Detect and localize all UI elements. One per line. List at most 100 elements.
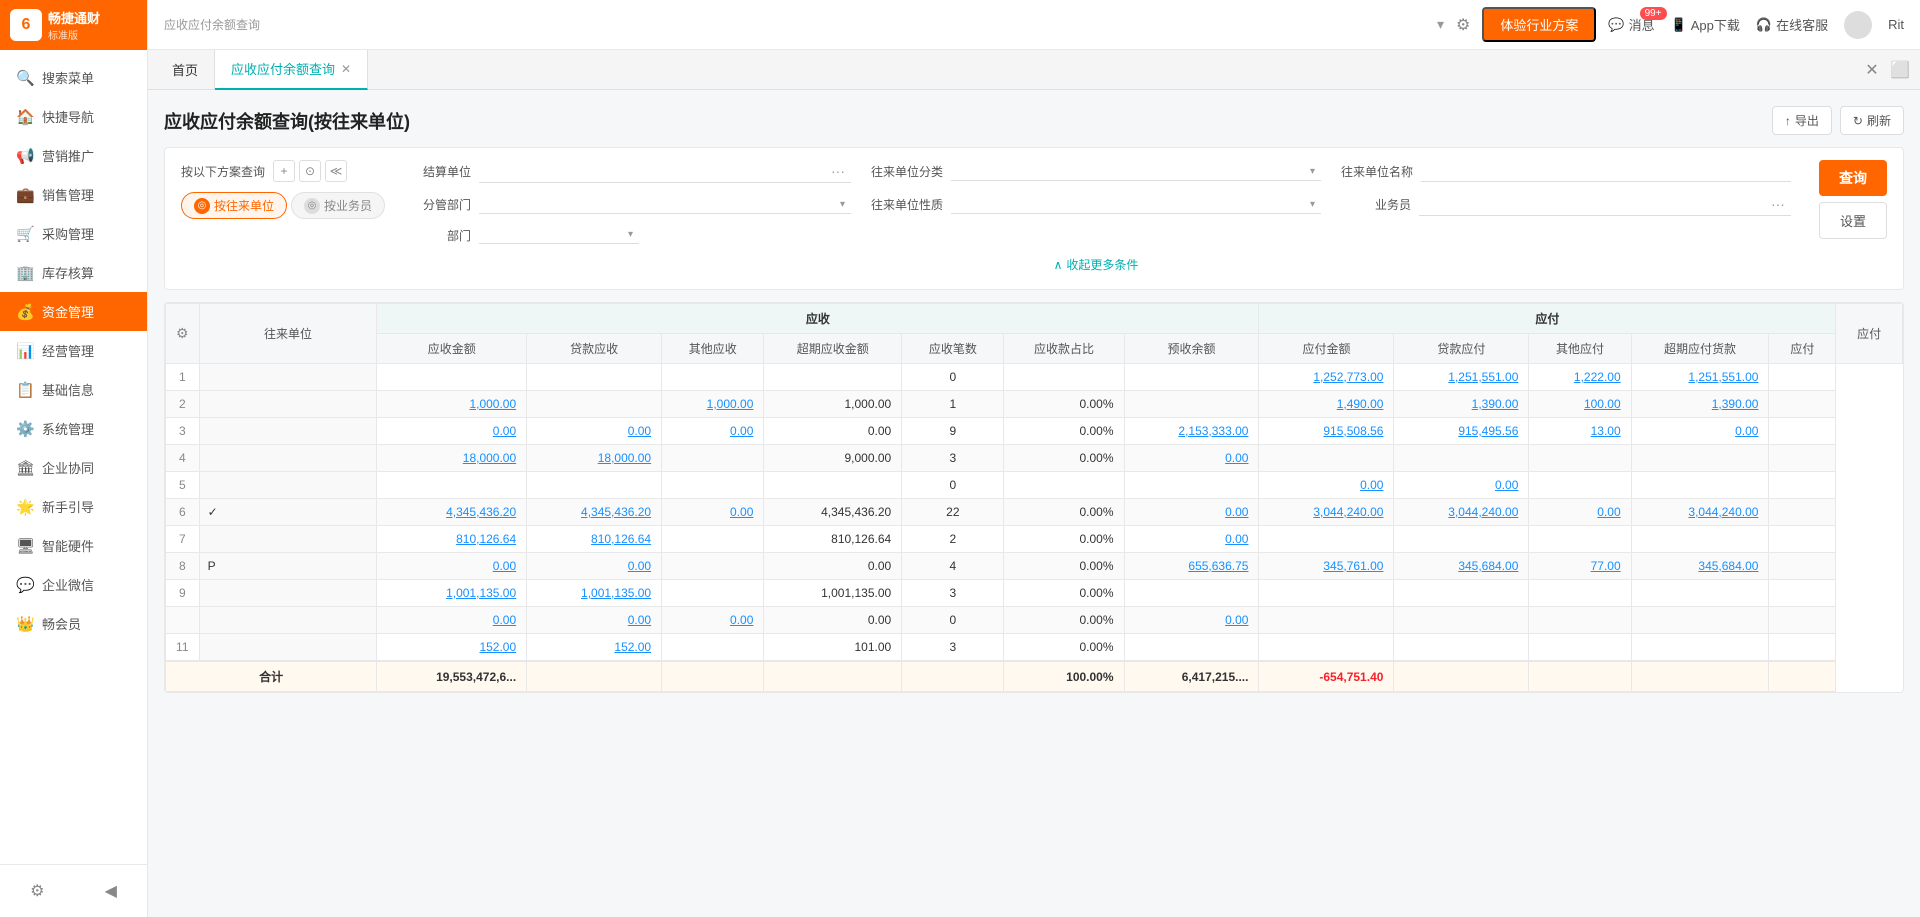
add-scheme-icon[interactable]: +: [273, 160, 295, 182]
overdue-payable-cell[interactable]: 1,390.00: [1631, 391, 1769, 418]
prepaid-balance-cell[interactable]: 0.00: [1124, 607, 1259, 634]
payable-amount-cell[interactable]: 0.00: [1259, 472, 1394, 499]
overdue-payable-cell[interactable]: 345,684.00: [1631, 553, 1769, 580]
other-receivable-cell[interactable]: 0.00: [662, 607, 764, 634]
receivable-amount-cell[interactable]: 18,000.00: [377, 445, 527, 472]
sidebar-collapse-btn[interactable]: ◀: [97, 873, 125, 909]
payable-amount-cell[interactable]: 1,252,773.00: [1259, 364, 1394, 391]
prepaid-balance-cell[interactable]: 0.00: [1124, 499, 1259, 526]
other-payable-cell[interactable]: 77.00: [1529, 553, 1631, 580]
table-body: 1 0 1,252,773.00 1,251,551.00 1,222.00 1…: [166, 364, 1903, 662]
sidebar-item-purchase[interactable]: 🛒 采购管理: [0, 214, 147, 253]
sidebar-item-weixin[interactable]: 💬 企业微信: [0, 565, 147, 604]
setting-button[interactable]: 设置: [1819, 202, 1887, 239]
overdue-payable-cell[interactable]: 1,251,551.00: [1631, 364, 1769, 391]
app-download-btn[interactable]: 📱 App下载: [1671, 15, 1740, 34]
sidebar-settings-btn[interactable]: ⚙: [22, 873, 52, 909]
receivable-amount-cell[interactable]: 0.00: [377, 607, 527, 634]
export-button[interactable]: ↑ 导出: [1772, 106, 1832, 135]
filter-by-salesman-btn[interactable]: ◎ 按业务员: [291, 192, 385, 219]
receivable-amount-cell[interactable]: 4,345,436.20: [377, 499, 527, 526]
other-payable-cell[interactable]: 100.00: [1529, 391, 1631, 418]
payable-amount-cell[interactable]: 3,044,240.00: [1259, 499, 1394, 526]
loan-receivable-cell[interactable]: 18,000.00: [527, 445, 662, 472]
partner-name-input[interactable]: [1421, 161, 1791, 182]
dept-manager-select[interactable]: ▾: [479, 196, 851, 214]
prepaid-balance-cell[interactable]: 2,153,333.00: [1124, 418, 1259, 445]
sidebar-item-marketing[interactable]: 📢 营销推广: [0, 136, 147, 175]
refresh-button[interactable]: ↻ 刷新: [1840, 106, 1904, 135]
settlement-unit-input[interactable]: ···: [479, 160, 851, 183]
other-receivable-cell[interactable]: 0.00: [662, 418, 764, 445]
query-button[interactable]: 查询: [1819, 160, 1887, 196]
prepaid-balance-cell[interactable]: 0.00: [1124, 445, 1259, 472]
edit-scheme-icon[interactable]: ⊙: [299, 160, 321, 182]
tab-close-window-btn[interactable]: ✕: [1860, 58, 1884, 82]
other-payable-cell[interactable]: 0.00: [1529, 499, 1631, 526]
table-settings-header[interactable]: ⚙: [166, 304, 200, 364]
tab-close-icon[interactable]: ✕: [341, 62, 351, 76]
sidebar-item-search-menu[interactable]: 🔍 搜索菜单: [0, 58, 147, 97]
loan-payable-cell[interactable]: 915,495.56: [1394, 418, 1529, 445]
sidebar-item-operations[interactable]: 📊 经营管理: [0, 331, 147, 370]
loan-receivable-cell[interactable]: 0.00: [527, 553, 662, 580]
sidebar-item-basic-info[interactable]: 📋 基础信息: [0, 370, 147, 409]
payable-amount-cell[interactable]: 915,508.56: [1259, 418, 1394, 445]
loan-payable-cell[interactable]: 3,044,240.00: [1394, 499, 1529, 526]
sidebar-item-enterprise[interactable]: 🏛 企业协同: [0, 448, 147, 487]
message-btn[interactable]: 💬 消息 99+: [1608, 15, 1654, 34]
receivable-amount-cell[interactable]: 1,001,135.00: [377, 580, 527, 607]
collapse-conditions-bar[interactable]: ∧ 收起更多条件: [401, 252, 1791, 277]
overdue-payable-cell[interactable]: 0.00: [1631, 418, 1769, 445]
sidebar-item-quick-nav[interactable]: 🏠 快捷导航: [0, 97, 147, 136]
tab-home[interactable]: 首页: [156, 50, 215, 90]
loan-payable-cell[interactable]: 345,684.00: [1394, 553, 1529, 580]
sidebar-item-hardware[interactable]: 🖥 智能硬件: [0, 526, 147, 565]
loan-receivable-cell[interactable]: 4,345,436.20: [527, 499, 662, 526]
settlement-dots-icon[interactable]: ···: [831, 163, 845, 179]
receivable-amount-cell[interactable]: 0.00: [377, 418, 527, 445]
receivable-amount-cell[interactable]: 152.00: [377, 634, 527, 662]
table-settings-icon[interactable]: ⚙: [176, 325, 189, 341]
sidebar-item-sales[interactable]: 💼 销售管理: [0, 175, 147, 214]
prepaid-balance-cell[interactable]: 0.00: [1124, 526, 1259, 553]
receivable-amount-cell[interactable]: 0.00: [377, 553, 527, 580]
receivable-amount-cell[interactable]: 1,000.00: [377, 391, 527, 418]
filter-by-partner-btn[interactable]: ◎ 按往来单位: [181, 192, 287, 219]
other-payable-cell[interactable]: 13.00: [1529, 418, 1631, 445]
overdue-payable-cell[interactable]: 3,044,240.00: [1631, 499, 1769, 526]
other-payable-cell[interactable]: 1,222.00: [1529, 364, 1631, 391]
loan-receivable-cell[interactable]: 0.00: [527, 418, 662, 445]
sidebar-item-vip[interactable]: 👑 畅会员: [0, 604, 147, 643]
sidebar-item-system[interactable]: ⚙️ 系统管理: [0, 409, 147, 448]
loan-receivable-cell[interactable]: 152.00: [527, 634, 662, 662]
sidebar-item-inventory[interactable]: 🏢 库存核算: [0, 253, 147, 292]
partner-category-select[interactable]: ▾: [951, 163, 1321, 181]
settings-gear-icon[interactable]: ⚙: [1456, 15, 1470, 35]
loan-receivable-cell[interactable]: 0.00: [527, 607, 662, 634]
sidebar-item-finance[interactable]: 💰 资金管理: [0, 292, 147, 331]
other-receivable-cell[interactable]: 0.00: [662, 499, 764, 526]
collapse-scheme-icon[interactable]: ≪: [325, 160, 347, 182]
sidebar-item-guide[interactable]: 🌟 新手引导: [0, 487, 147, 526]
partner-nature-select[interactable]: ▾: [951, 196, 1321, 214]
salesman-select[interactable]: ···: [1419, 193, 1791, 216]
loan-payable-cell[interactable]: 0.00: [1394, 472, 1529, 499]
salesman-dots-icon[interactable]: ···: [1771, 196, 1785, 212]
receivable-amount-cell[interactable]: 810,126.64: [377, 526, 527, 553]
online-service-btn[interactable]: 🎧 在线客服: [1756, 15, 1828, 34]
tab-balance-query[interactable]: 应收应付余额查询 ✕: [215, 50, 368, 90]
prepaid-balance-cell[interactable]: 655,636.75: [1124, 553, 1259, 580]
tab-maximize-btn[interactable]: ⬜: [1888, 58, 1912, 82]
username-label[interactable]: Rit: [1888, 17, 1904, 32]
loan-receivable-cell[interactable]: 1,001,135.00: [527, 580, 662, 607]
payable-amount-cell[interactable]: 345,761.00: [1259, 553, 1394, 580]
promo-button[interactable]: 体验行业方案: [1482, 7, 1596, 42]
dept-select[interactable]: ▾: [479, 226, 639, 244]
payable-amount-cell[interactable]: 1,490.00: [1259, 391, 1394, 418]
loan-payable-cell[interactable]: 1,251,551.00: [1394, 364, 1529, 391]
other-receivable-cell[interactable]: 1,000.00: [662, 391, 764, 418]
loan-receivable-cell[interactable]: 810,126.64: [527, 526, 662, 553]
loan-payable-cell[interactable]: 1,390.00: [1394, 391, 1529, 418]
breadcrumb-chevron-icon[interactable]: ▾: [1437, 16, 1444, 33]
